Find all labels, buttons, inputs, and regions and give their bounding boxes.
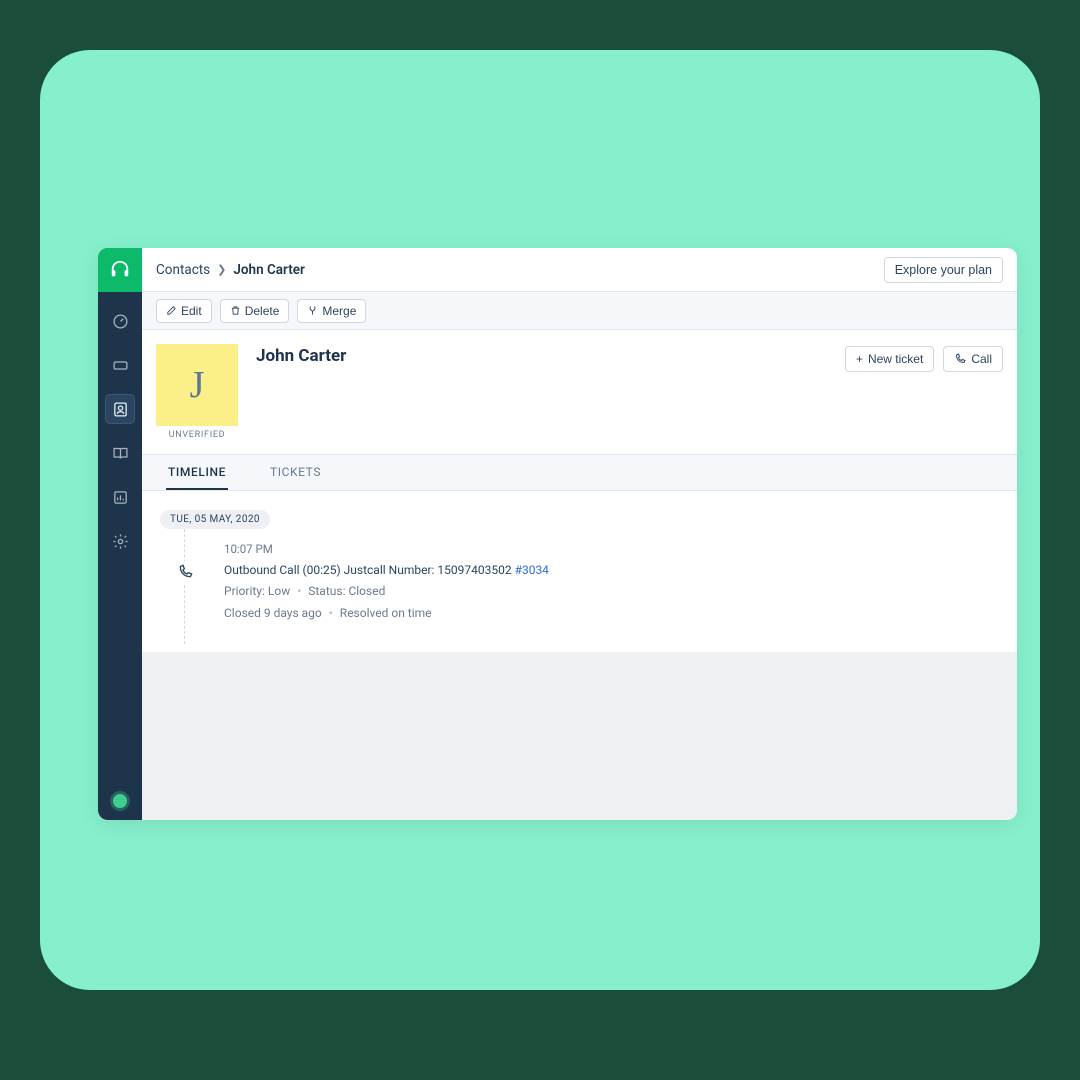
avatar-block: J UNVERIFIED (156, 344, 238, 440)
gauge-icon (112, 313, 129, 330)
sidebar-item-settings[interactable] (105, 526, 135, 556)
book-icon (112, 445, 129, 462)
entry-icon-wrap (166, 539, 204, 583)
delete-label: Delete (245, 304, 280, 318)
closed-ago: Closed 9 days ago (224, 606, 322, 620)
entry-title: Outbound Call (00:25) Justcall Number: 1… (224, 563, 512, 577)
status-indicator-icon[interactable] (113, 794, 127, 808)
trash-icon (230, 305, 241, 316)
sidebar-status (113, 794, 127, 820)
avatar: J (156, 344, 238, 426)
edit-button[interactable]: Edit (156, 299, 212, 323)
call-button[interactable]: Call (943, 346, 1003, 372)
pencil-icon (166, 305, 177, 316)
merge-button[interactable]: Merge (297, 299, 366, 323)
main-content: Contacts ❯ John Carter Explore your plan… (142, 248, 1017, 820)
timeline-date: TUE, 05 MAY, 2020 (160, 510, 270, 529)
merge-icon (307, 305, 318, 316)
contact-name: John Carter (256, 344, 346, 366)
new-ticket-button[interactable]: + New ticket (845, 346, 934, 372)
priority-value: Low (268, 584, 290, 598)
sidebar (98, 248, 142, 820)
call-label: Call (971, 352, 992, 366)
sidebar-item-reports[interactable] (105, 482, 135, 512)
timeline-panel: TUE, 05 MAY, 2020 10:07 PM Outbound Call… (142, 491, 1017, 652)
sidebar-item-contacts[interactable] (105, 394, 135, 424)
chart-icon (112, 489, 129, 506)
explore-plan-button[interactable]: Explore your plan (884, 257, 1003, 283)
priority-label: Priority: (224, 584, 265, 598)
status-label: Status: (308, 584, 345, 598)
entry-meta-2: Closed 9 days ago • Resolved on time (224, 603, 549, 625)
tab-timeline[interactable]: TIMELINE (166, 455, 228, 490)
timeline-entry: 10:07 PM Outbound Call (00:25) Justcall … (166, 539, 993, 624)
entry-ticket-ref[interactable]: #3034 (515, 563, 549, 577)
breadcrumb: Contacts ❯ John Carter (156, 262, 305, 278)
brand-logo[interactable] (98, 248, 142, 292)
entry-body: 10:07 PM Outbound Call (00:25) Justcall … (204, 539, 549, 624)
merge-label: Merge (322, 304, 356, 318)
headset-icon (109, 259, 131, 281)
resolution: Resolved on time (340, 606, 432, 620)
entry-time: 10:07 PM (224, 539, 549, 560)
background-card: Contacts ❯ John Carter Explore your plan… (40, 50, 1040, 990)
verification-badge: UNVERIFIED (169, 430, 226, 440)
app-window: Contacts ❯ John Carter Explore your plan… (98, 248, 1017, 820)
sidebar-item-dashboard[interactable] (105, 306, 135, 336)
phone-icon (177, 564, 193, 580)
topbar: Contacts ❯ John Carter Explore your plan (142, 248, 1017, 292)
ticket-icon (112, 357, 129, 374)
entry-meta-1: Priority: Low • Status: Closed (224, 581, 549, 603)
breadcrumb-current: John Carter (233, 262, 305, 278)
edit-label: Edit (181, 304, 202, 318)
phone-icon (954, 353, 966, 365)
actionbar: Edit Delete Merge (142, 292, 1017, 330)
delete-button[interactable]: Delete (220, 299, 290, 323)
tab-tickets[interactable]: TICKETS (268, 455, 323, 490)
contact-header: J UNVERIFIED John Carter + New ticket Ca… (142, 330, 1017, 454)
entry-title-row: Outbound Call (00:25) Justcall Number: 1… (224, 560, 549, 582)
contact-icon (112, 401, 129, 418)
contact-actions: + New ticket Call (845, 344, 1003, 372)
sidebar-nav (105, 292, 135, 794)
breadcrumb-root[interactable]: Contacts (156, 262, 210, 278)
tab-bar: TIMELINE TICKETS (142, 454, 1017, 491)
status-value: Closed (348, 584, 385, 598)
plus-icon: + (856, 352, 863, 366)
sidebar-item-knowledge[interactable] (105, 438, 135, 468)
gear-icon (112, 533, 129, 550)
sidebar-item-tickets[interactable] (105, 350, 135, 380)
chevron-right-icon: ❯ (217, 263, 226, 276)
new-ticket-label: New ticket (868, 352, 923, 366)
